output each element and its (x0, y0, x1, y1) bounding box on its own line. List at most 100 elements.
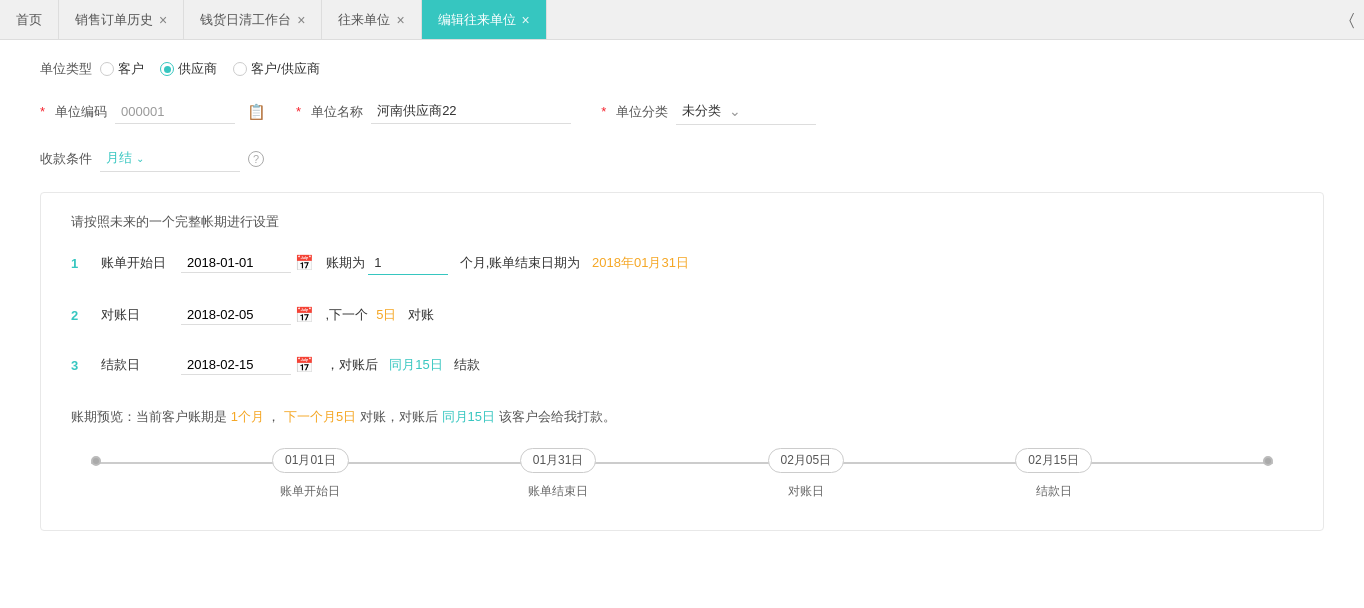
preview-part3: 同月15日 (442, 409, 495, 424)
row-2-cal-icon[interactable]: 📅 (295, 306, 314, 324)
setting-row-2: 2 对账日 📅 ,下一个 5日 对账 (71, 305, 1293, 325)
radio-supplier-circle (160, 62, 174, 76)
preview-text: 账期预览：当前客户账期是 1个月 ， 下一个月5日 对账，对账后 同月15日 该… (71, 405, 1293, 428)
unit-code-copy-icon[interactable]: 📋 (247, 103, 266, 121)
timeline-end-circle (1263, 456, 1273, 466)
timeline: 01月01日 账单开始日 01月31日 账单结束日 02月05日 对账日 (71, 448, 1293, 500)
payment-condition-label: 收款条件 (40, 150, 92, 168)
timeline-end-dot (1263, 448, 1273, 466)
main-content: 单位类型 客户 供应商 客户/供应商 * 单位编码 (0, 40, 1364, 608)
row-1-desc-suffix: 个月,账单结束日期为 (456, 254, 584, 272)
unit-classify-value: 未分类 (682, 102, 721, 120)
tab-edit-partner[interactable]: 编辑往来单位 × (422, 0, 547, 39)
timeline-date-2: 01月31日 (520, 448, 597, 473)
timeline-date-label-1: 01月01日 (285, 453, 336, 467)
row-1-num: 1 (71, 256, 101, 271)
radio-supplier-label: 供应商 (178, 60, 217, 78)
row-1-desc-prefix: 账期为 (322, 254, 368, 272)
unit-name-required: * (296, 104, 301, 119)
unit-name-input[interactable] (371, 100, 571, 124)
tab-edit-partner-label: 编辑往来单位 (438, 11, 516, 29)
timeline-date-label-3: 02月05日 (781, 453, 832, 467)
payment-condition-value: 月结 (106, 149, 132, 167)
payment-condition-row: 收款条件 月结 ⌄ ? (40, 145, 1324, 172)
row-2-date-input[interactable] (181, 305, 291, 325)
unit-code-label: 单位编码 (55, 103, 107, 121)
unit-classify-label: 单位分类 (616, 103, 668, 121)
timeline-sub-4: 结款日 (1036, 483, 1072, 500)
unit-code-input[interactable] (115, 100, 235, 124)
preview-end: 该客户会给我打款。 (499, 409, 616, 424)
unit-info-row: * 单位编码 📋 * 单位名称 * 单位分类 未分类 ⌄ (40, 98, 1324, 125)
tab-sales-history-label: 销售订单历史 (75, 11, 153, 29)
row-3-num: 3 (71, 358, 101, 373)
section-title: 请按照未来的一个完整帐期进行设置 (71, 213, 1293, 231)
radio-customer-circle (100, 62, 114, 76)
row-1-cal-icon[interactable]: 📅 (295, 254, 314, 272)
tab-expand-button[interactable]: 〈 (1339, 0, 1364, 39)
unit-name-group: * 单位名称 (296, 100, 571, 124)
tab-cash-clear[interactable]: 钱货日清工作台 × (184, 0, 322, 39)
row-1-period-input[interactable] (368, 251, 448, 275)
tab-sales-history[interactable]: 销售订单历史 × (59, 0, 184, 39)
timeline-sub-3: 对账日 (788, 483, 824, 500)
tab-edit-partner-close[interactable]: × (522, 13, 530, 27)
timeline-date-4: 02月15日 (1015, 448, 1092, 473)
radio-customer-supplier-label: 客户/供应商 (251, 60, 320, 78)
row-1-highlight: 2018年01月31日 (592, 254, 689, 272)
row-1-date-input[interactable] (181, 253, 291, 273)
setting-row-3: 3 结款日 📅 ，对账后 同月15日 结款 (71, 355, 1293, 375)
row-2-desc-prefix: ,下一个 (322, 306, 368, 324)
timeline-date-3: 02月05日 (768, 448, 845, 473)
radio-customer-label: 客户 (118, 60, 144, 78)
preview-label: 账期预览：当前客户账期是 (71, 409, 227, 424)
radio-customer-supplier-circle (233, 62, 247, 76)
timeline-sub-2: 账单结束日 (528, 483, 588, 500)
timeline-start-circle (91, 456, 101, 466)
timeline-date-1: 01月01日 (272, 448, 349, 473)
payment-condition-select[interactable]: 月结 ⌄ (100, 145, 240, 172)
row-3-cal-icon[interactable]: 📅 (295, 356, 314, 374)
row-3-desc-suffix: 结款 (451, 356, 481, 374)
tab-cash-clear-close[interactable]: × (297, 13, 305, 27)
preview-part1: 1个月 (231, 409, 264, 424)
row-1-type: 账单开始日 (101, 254, 181, 272)
tab-home[interactable]: 首页 (0, 0, 59, 39)
preview-comma1: ， (267, 409, 280, 424)
timeline-point-4: 02月15日 结款日 (1015, 448, 1092, 500)
row-3-date-input[interactable] (181, 355, 291, 375)
help-icon[interactable]: ? (248, 151, 264, 167)
row-3-highlight: 同月15日 (389, 356, 442, 374)
period-setting-section: 请按照未来的一个完整帐期进行设置 1 账单开始日 📅 账期为 个月,账单结束日期… (40, 192, 1324, 531)
radio-supplier[interactable]: 供应商 (160, 60, 217, 78)
tab-bar: 首页 销售订单历史 × 钱货日清工作台 × 往来单位 × 编辑往来单位 × 〈 (0, 0, 1364, 40)
preview-part2: 下一个月5日 (284, 409, 356, 424)
tab-sales-history-close[interactable]: × (159, 13, 167, 27)
setting-row-1: 1 账单开始日 📅 账期为 个月,账单结束日期为 2018年01月31日 (71, 251, 1293, 275)
tab-partner-label: 往来单位 (338, 11, 390, 29)
unit-code-required: * (40, 104, 45, 119)
unit-classify-group: * 单位分类 未分类 ⌄ (601, 98, 816, 125)
unit-name-label: 单位名称 (311, 103, 363, 121)
radio-customer-supplier[interactable]: 客户/供应商 (233, 60, 320, 78)
timeline-point-2: 01月31日 账单结束日 (520, 448, 597, 500)
row-2-num: 2 (71, 308, 101, 323)
timeline-date-label-4: 02月15日 (1028, 453, 1079, 467)
tab-partner[interactable]: 往来单位 × (322, 0, 421, 39)
row-2-type: 对账日 (101, 306, 181, 324)
tab-partner-close[interactable]: × (396, 13, 404, 27)
unit-classify-required: * (601, 104, 606, 119)
timeline-sub-1: 账单开始日 (280, 483, 340, 500)
tab-home-label: 首页 (16, 11, 42, 29)
timeline-point-1: 01月01日 账单开始日 (272, 448, 349, 500)
row-2-highlight: 5日 (376, 306, 396, 324)
unit-classify-select[interactable]: 未分类 ⌄ (676, 98, 816, 125)
timeline-items: 01月01日 账单开始日 01月31日 账单结束日 02月05日 对账日 (91, 448, 1273, 500)
unit-type-row: 单位类型 客户 供应商 客户/供应商 (40, 60, 1324, 78)
unit-code-group: * 单位编码 📋 (40, 100, 266, 124)
radio-customer[interactable]: 客户 (100, 60, 144, 78)
tab-cash-clear-label: 钱货日清工作台 (200, 11, 291, 29)
unit-type-group: 单位类型 客户 供应商 客户/供应商 (40, 60, 320, 78)
row-3-type: 结款日 (101, 356, 181, 374)
row-3-desc-prefix: ，对账后 (322, 356, 381, 374)
